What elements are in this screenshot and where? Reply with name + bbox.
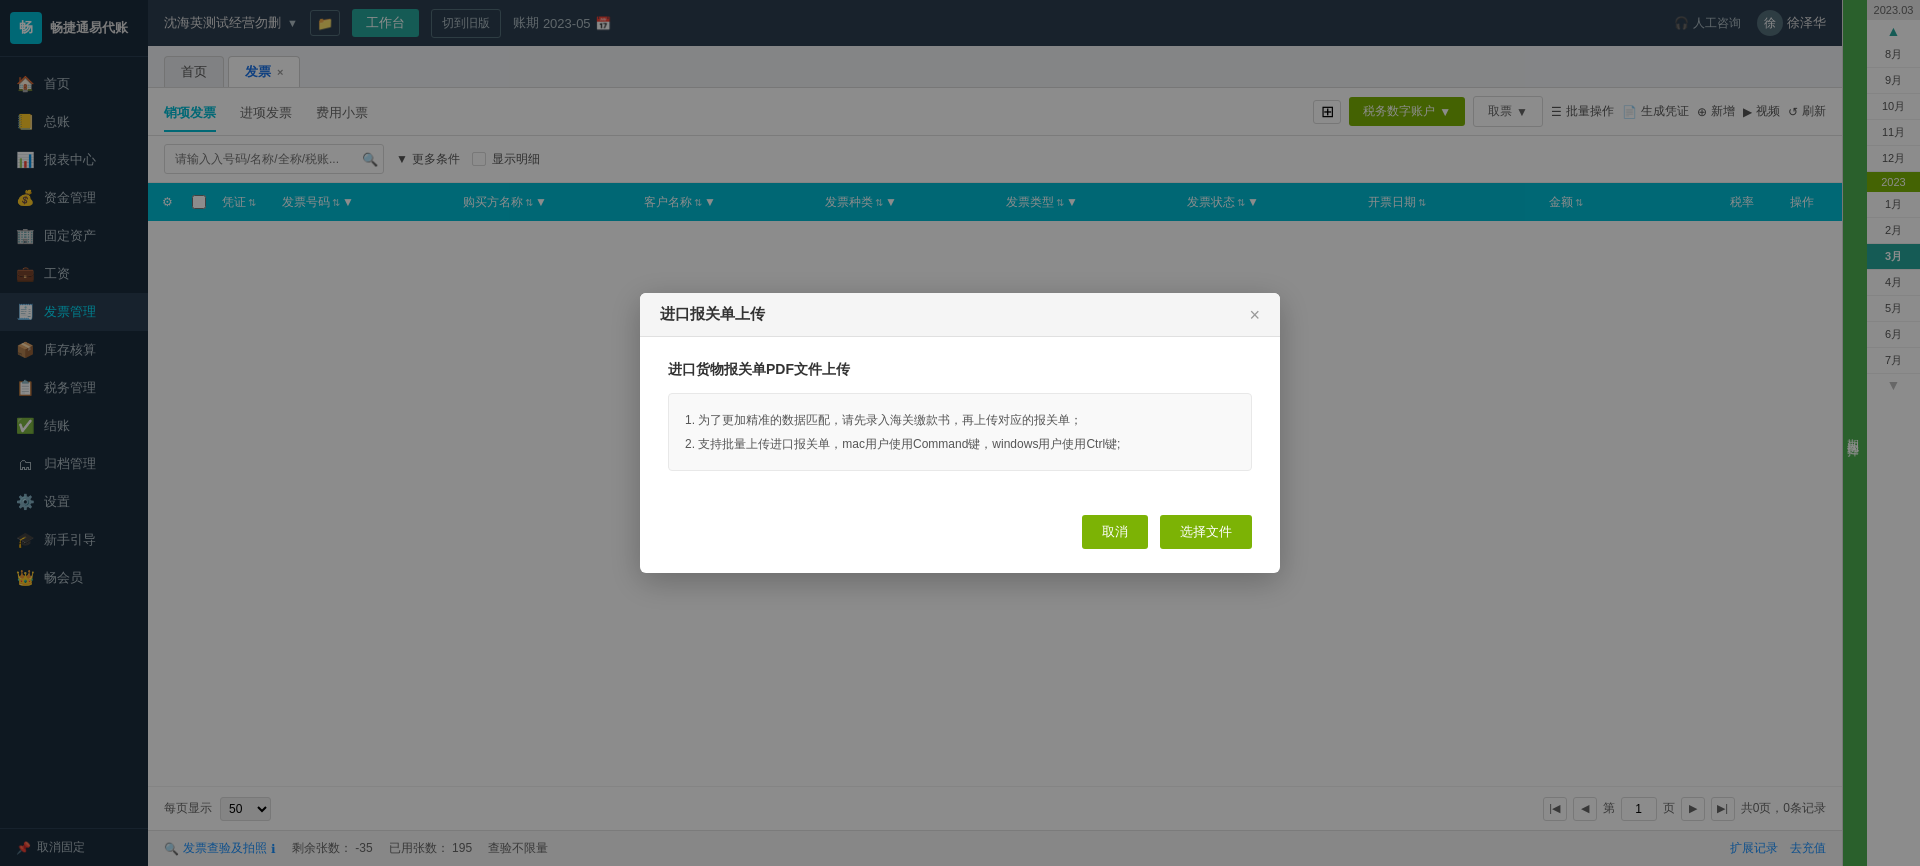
modal-select-file-button[interactable]: 选择文件: [1160, 515, 1252, 549]
modal-info-item-2: 2. 支持批量上传进口报关单，mac用户使用Command键，windows用户…: [685, 432, 1235, 456]
modal-info-box: 1. 为了更加精准的数据匹配，请先录入海关缴款书，再上传对应的报关单； 2. 支…: [668, 393, 1252, 471]
modal-header: 进口报关单上传 ×: [640, 293, 1280, 337]
modal-body: 进口货物报关单PDF文件上传 1. 为了更加精准的数据匹配，请先录入海关缴款书，…: [640, 337, 1280, 515]
modal-title: 进口报关单上传: [660, 305, 765, 324]
modal-overlay[interactable]: 进口报关单上传 × 进口货物报关单PDF文件上传 1. 为了更加精准的数据匹配，…: [0, 0, 1920, 866]
modal-footer: 取消 选择文件: [640, 515, 1280, 573]
modal-dialog: 进口报关单上传 × 进口货物报关单PDF文件上传 1. 为了更加精准的数据匹配，…: [640, 293, 1280, 573]
modal-cancel-button[interactable]: 取消: [1082, 515, 1148, 549]
modal-close-button[interactable]: ×: [1249, 306, 1260, 324]
modal-subtitle: 进口货物报关单PDF文件上传: [668, 361, 1252, 379]
modal-info-item-1: 1. 为了更加精准的数据匹配，请先录入海关缴款书，再上传对应的报关单；: [685, 408, 1235, 432]
